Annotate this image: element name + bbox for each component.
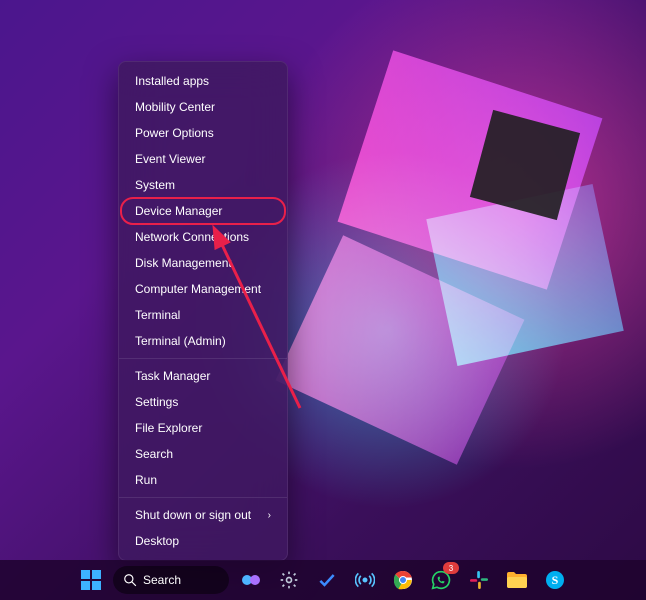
- menu-item-disk-management[interactable]: Disk Management: [121, 250, 285, 276]
- taskbar-search-label: Search: [143, 573, 181, 587]
- menu-item-installed-apps[interactable]: Installed apps: [121, 68, 285, 94]
- slack-icon: [470, 571, 488, 589]
- menu-item-settings[interactable]: Settings: [121, 389, 285, 415]
- menu-item-file-explorer[interactable]: File Explorer: [121, 415, 285, 441]
- menu-item-shutdown[interactable]: Shut down or sign out ›: [121, 502, 285, 528]
- taskbar: Search: [0, 560, 646, 600]
- menu-item-label: Event Viewer: [135, 152, 205, 166]
- menu-item-label: Settings: [135, 395, 178, 409]
- menu-item-label: Installed apps: [135, 74, 209, 88]
- menu-item-network-connections[interactable]: Network Connections: [121, 224, 285, 250]
- menu-item-label: Network Connections: [135, 230, 249, 244]
- chrome-icon: [393, 570, 413, 590]
- taskbar-app-whatsapp[interactable]: 3: [425, 564, 457, 596]
- menu-item-system[interactable]: System: [121, 172, 285, 198]
- folder-icon: [507, 571, 527, 589]
- svg-text:S: S: [552, 573, 559, 587]
- menu-item-desktop[interactable]: Desktop: [121, 528, 285, 554]
- menu-item-label: Shut down or sign out: [135, 508, 251, 522]
- menu-item-label: Terminal: [135, 308, 180, 322]
- taskbar-search[interactable]: Search: [113, 566, 229, 594]
- taskbar-app-slack[interactable]: [463, 564, 495, 596]
- menu-item-label: Disk Management: [135, 256, 232, 270]
- skype-icon: S: [545, 570, 565, 590]
- menu-item-computer-management[interactable]: Computer Management: [121, 276, 285, 302]
- taskbar-app-settings[interactable]: [273, 564, 305, 596]
- taskbar-app-todo[interactable]: [311, 564, 343, 596]
- menu-item-label: File Explorer: [135, 421, 202, 435]
- winx-menu: Installed apps Mobility Center Power Optio…: [118, 61, 288, 561]
- menu-item-terminal-admin[interactable]: Terminal (Admin): [121, 328, 285, 354]
- menu-item-event-viewer[interactable]: Event Viewer: [121, 146, 285, 172]
- menu-item-terminal[interactable]: Terminal: [121, 302, 285, 328]
- menu-item-label: Terminal (Admin): [135, 334, 226, 348]
- menu-item-device-manager[interactable]: Device Manager: [121, 198, 285, 224]
- menu-item-label: Computer Management: [135, 282, 261, 296]
- menu-item-label: Task Manager: [135, 369, 210, 383]
- menu-item-label: Run: [135, 473, 157, 487]
- menu-item-label: Search: [135, 447, 173, 461]
- desktop-wallpaper: [0, 0, 646, 600]
- menu-separator: [119, 497, 287, 498]
- taskbar-app-skype[interactable]: S: [539, 564, 571, 596]
- whatsapp-badge: 3: [443, 562, 459, 574]
- menu-item-label: Desktop: [135, 534, 179, 548]
- broadcast-icon: [355, 570, 375, 590]
- menu-item-mobility-center[interactable]: Mobility Center: [121, 94, 285, 120]
- menu-item-search[interactable]: Search: [121, 441, 285, 467]
- search-icon: [123, 573, 137, 587]
- taskbar-app-file-explorer[interactable]: [501, 564, 533, 596]
- menu-item-label: System: [135, 178, 175, 192]
- menu-item-power-options[interactable]: Power Options: [121, 120, 285, 146]
- check-icon: [317, 570, 337, 590]
- taskbar-app-broadcast[interactable]: [349, 564, 381, 596]
- start-button[interactable]: [75, 564, 107, 596]
- taskbar-app-copilot[interactable]: [235, 564, 267, 596]
- menu-item-task-manager[interactable]: Task Manager: [121, 363, 285, 389]
- menu-item-label: Device Manager: [135, 204, 222, 218]
- gear-icon: [279, 570, 299, 590]
- menu-item-label: Mobility Center: [135, 100, 215, 114]
- chevron-right-icon: ›: [268, 510, 271, 521]
- menu-separator: [119, 358, 287, 359]
- taskbar-app-chrome[interactable]: [387, 564, 419, 596]
- menu-item-run[interactable]: Run: [121, 467, 285, 493]
- menu-item-label: Power Options: [135, 126, 214, 140]
